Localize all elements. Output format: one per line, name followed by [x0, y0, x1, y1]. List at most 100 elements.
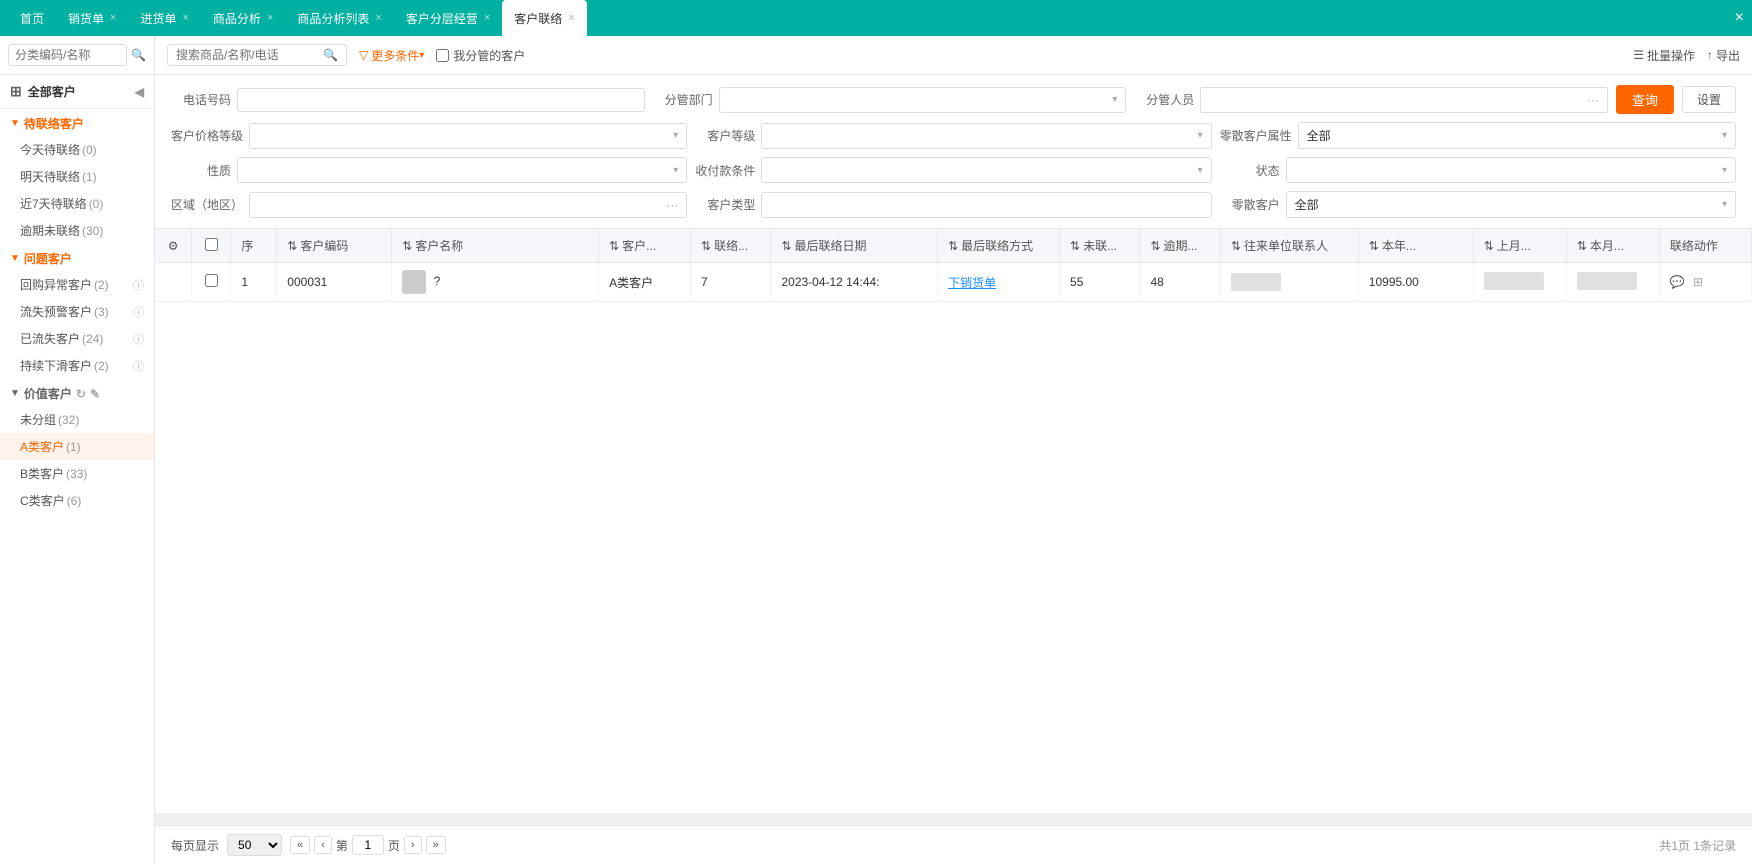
sidebar-item-churn-warning[interactable]: 流失预警客户 (3) ⓘ — [0, 298, 154, 325]
row-last-method[interactable]: 下销货单 — [938, 263, 1060, 302]
customer-type-select[interactable] — [761, 192, 1211, 218]
col-overdue[interactable]: ⇅ 逾期... — [1140, 229, 1220, 263]
sidebar-search-input[interactable] — [8, 44, 127, 66]
nav-product-analysis[interactable]: 商品分析 × — [201, 0, 285, 36]
nav-sales-close[interactable]: × — [110, 12, 116, 24]
more-filters-button[interactable]: ▽ 更多条件 ▾ — [359, 47, 424, 64]
col-name[interactable]: ⇅ 客户名称 — [392, 229, 599, 263]
gear-icon[interactable]: ⚙ — [168, 239, 179, 253]
nav-customer-segment[interactable]: 客户分层经营 × — [394, 0, 502, 36]
col-name-sort[interactable]: ⇅ — [402, 239, 412, 253]
col-contact[interactable]: ⇅ 联络... — [691, 229, 771, 263]
retail-customer-select[interactable]: 全部 ▾ — [1286, 191, 1736, 218]
sidebar-item-b-class[interactable]: B类客户 (33) — [0, 460, 154, 487]
nav-product-analysis-list[interactable]: 商品分析列表 × — [285, 0, 393, 36]
nav-purchase-order[interactable]: 进货单 × — [128, 0, 200, 36]
help-icon-abnormal[interactable]: ⓘ — [133, 277, 144, 293]
refresh-icon[interactable]: ↻ — [76, 387, 86, 401]
sidebar-group-value[interactable]: ▼ 价值客户 ↻ ✎ — [0, 379, 154, 406]
col-this-year[interactable]: ⇅ 本年... — [1358, 229, 1473, 263]
filter-search-input[interactable] — [176, 48, 323, 62]
col-gear[interactable]: ⚙ — [155, 229, 192, 263]
dept-select[interactable]: ▾ — [719, 87, 1127, 113]
sidebar-item-a-class[interactable]: A类客户 (1) — [0, 433, 154, 460]
help-icon-churned[interactable]: ⓘ — [133, 331, 144, 347]
select-all-checkbox[interactable] — [205, 238, 218, 251]
sidebar-item-tomorrow[interactable]: 明天待联络 (1) — [0, 163, 154, 190]
row-last-method-link[interactable]: 下销货单 — [948, 276, 996, 290]
sidebar-item-today[interactable]: 今天待联络 (0) — [0, 136, 154, 163]
nature-select[interactable]: ▾ — [237, 157, 687, 183]
price-level-select[interactable]: ▾ — [249, 123, 687, 149]
col-not-contact-sort[interactable]: ⇅ — [1070, 239, 1080, 253]
col-this-month-sort[interactable]: ⇅ — [1577, 239, 1587, 253]
prev-page-button[interactable]: ‹ — [314, 836, 332, 854]
col-liaison[interactable]: ⇅ 往来单位联系人 — [1220, 229, 1358, 263]
sidebar-collapse-icon[interactable]: ◀ — [135, 85, 144, 99]
horizontal-scrollbar[interactable] — [155, 813, 1752, 825]
page-input[interactable] — [352, 835, 384, 855]
nav-product-close[interactable]: × — [267, 12, 273, 24]
col-last-method-sort[interactable]: ⇅ — [948, 239, 958, 253]
help-icon-churn-warning[interactable]: ⓘ — [133, 304, 144, 320]
next-page-button[interactable]: › — [404, 836, 422, 854]
row-checkbox-cell[interactable] — [192, 263, 231, 302]
sidebar-group-pending[interactable]: ▼ 待联络客户 — [0, 109, 154, 136]
nav-purchase-close[interactable]: × — [182, 12, 188, 24]
col-last-date[interactable]: ⇅ 最后联络日期 — [771, 229, 938, 263]
sidebar-item-churned[interactable]: 已流失客户 (24) ⓘ — [0, 325, 154, 352]
row-checkbox[interactable] — [205, 274, 218, 287]
col-checkbox[interactable] — [192, 229, 231, 263]
person-select[interactable]: ··· — [1200, 87, 1608, 113]
batch-ops-button[interactable]: ☰ 批量操作 — [1633, 47, 1695, 64]
export-button[interactable]: ↑ 导出 — [1707, 47, 1740, 64]
payment-select[interactable]: ▾ — [761, 157, 1211, 183]
sidebar-item-unclassified[interactable]: 未分组 (32) — [0, 406, 154, 433]
col-not-contact[interactable]: ⇅ 未联... — [1060, 229, 1140, 263]
phone-input[interactable] — [237, 88, 645, 112]
sidebar-item-declining[interactable]: 持续下滑客户 (2) ⓘ — [0, 352, 154, 379]
window-close-button[interactable]: × — [1735, 9, 1744, 27]
col-code[interactable]: ⇅ 客户编码 — [277, 229, 392, 263]
customer-level-select[interactable]: ▾ — [761, 123, 1211, 149]
first-page-button[interactable]: « — [290, 836, 310, 854]
nav-customer-contact[interactable]: 客户联络 × — [502, 0, 586, 36]
col-last-date-sort[interactable]: ⇅ — [781, 239, 791, 253]
nav-customer-segment-close[interactable]: × — [484, 12, 490, 24]
nav-home[interactable]: 首页 — [8, 0, 56, 36]
col-last-month-sort[interactable]: ⇅ — [1484, 239, 1494, 253]
last-page-button[interactable]: » — [426, 836, 446, 854]
my-customers-checkbox[interactable] — [436, 49, 449, 62]
per-page-select[interactable]: 50 100 — [227, 834, 282, 856]
settings-button[interactable]: 设置 — [1682, 86, 1736, 113]
sidebar-group-problem[interactable]: ▼ 问题客户 — [0, 244, 154, 271]
col-liaison-sort[interactable]: ⇅ — [1231, 239, 1241, 253]
action-menu-icon[interactable]: ⊞ — [1693, 275, 1703, 289]
col-last-month[interactable]: ⇅ 上月... — [1473, 229, 1566, 263]
nav-customer-contact-close[interactable]: × — [568, 12, 574, 24]
retail-attr-select[interactable]: 全部 ▾ — [1298, 122, 1736, 149]
nav-product-list-close[interactable]: × — [375, 12, 381, 24]
sidebar-item-7days[interactable]: 近7天待联络 (0) — [0, 190, 154, 217]
col-this-month[interactable]: ⇅ 本月... — [1566, 229, 1659, 263]
col-code-sort[interactable]: ⇅ — [287, 239, 297, 253]
col-level-sort[interactable]: ⇅ — [609, 239, 619, 253]
col-overdue-sort[interactable]: ⇅ — [1150, 239, 1160, 253]
col-last-method[interactable]: ⇅ 最后联络方式 — [938, 229, 1060, 263]
edit-icon[interactable]: ✎ — [90, 387, 100, 401]
query-button[interactable]: 查询 — [1616, 85, 1674, 114]
sidebar-search-icon[interactable]: 🔍 — [131, 48, 146, 62]
action-message-icon[interactable]: 💬 — [1670, 275, 1685, 289]
my-customers-checkbox-label[interactable]: 我分管的客户 — [436, 47, 525, 64]
sidebar-all-customers[interactable]: ⊞ 全部客户 ◀ — [0, 75, 154, 109]
status-select[interactable]: ▾ — [1286, 157, 1736, 183]
col-level[interactable]: ⇅ 客户... — [599, 229, 691, 263]
sidebar-item-abnormal-repurchase[interactable]: 回购异常客户 (2) ⓘ — [0, 271, 154, 298]
filter-search-icon[interactable]: 🔍 — [323, 48, 338, 62]
region-select[interactable]: ··· — [249, 192, 687, 218]
col-contact-sort[interactable]: ⇅ — [701, 239, 711, 253]
col-this-year-sort[interactable]: ⇅ — [1369, 239, 1379, 253]
sidebar-item-overdue[interactable]: 逾期未联络 (30) — [0, 217, 154, 244]
help-icon-declining[interactable]: ⓘ — [133, 358, 144, 374]
nav-sales-order[interactable]: 销货单 × — [56, 0, 128, 36]
